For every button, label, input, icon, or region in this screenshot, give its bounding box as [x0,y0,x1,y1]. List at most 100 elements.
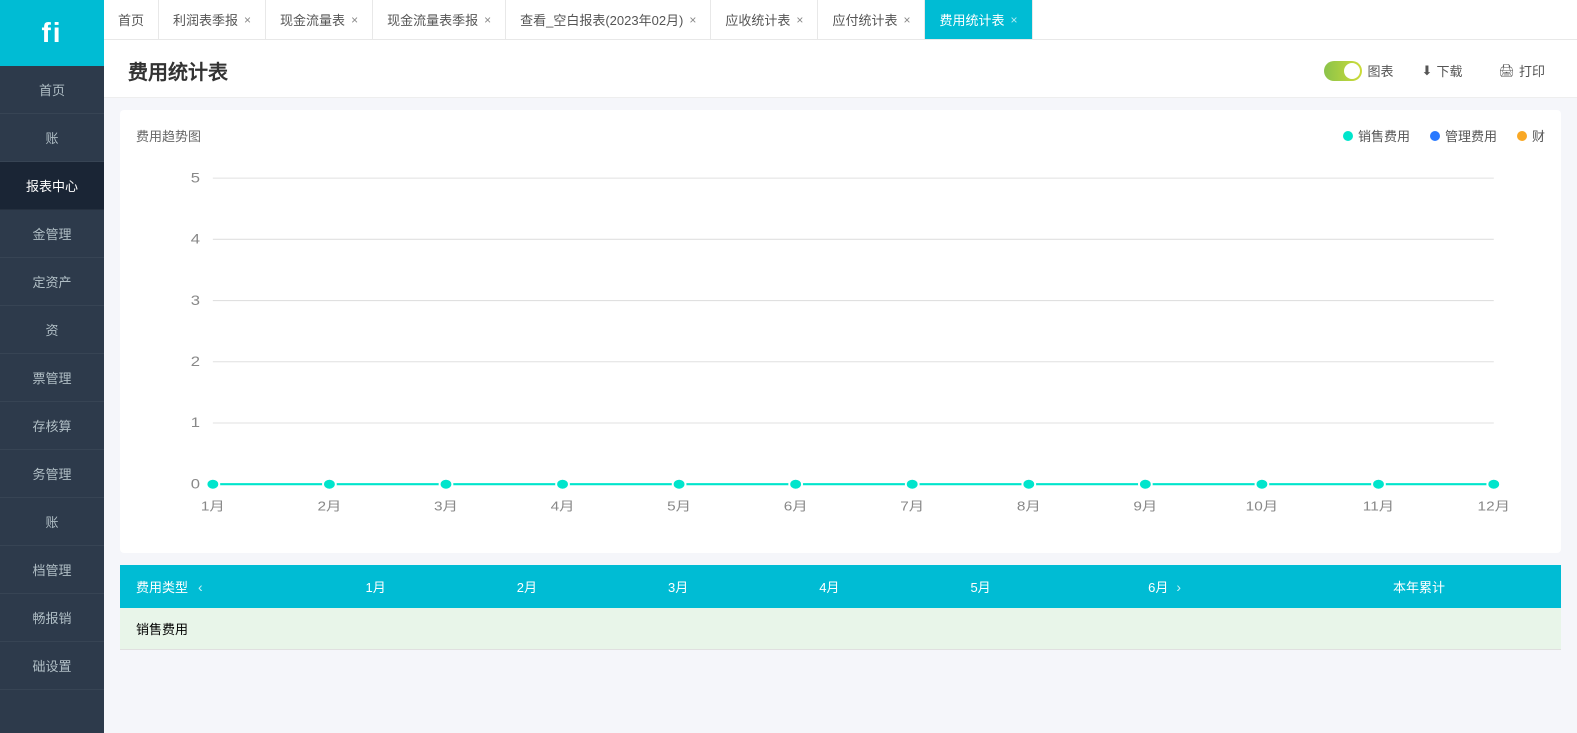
svg-text:8月: 8月 [1017,499,1041,513]
svg-text:2: 2 [191,354,200,369]
svg-text:3月: 3月 [434,499,458,513]
th-month2: 2月 [451,565,602,608]
svg-text:11月: 11月 [1363,499,1394,513]
tab-profit[interactable]: 利润表季报 × [159,0,266,40]
legend-finance-label: 财 [1532,126,1545,145]
download-icon: ⬇ [1422,63,1433,79]
svg-text:5: 5 [191,171,200,186]
sidebar-item-invoice[interactable]: 票管理 [0,354,104,402]
sidebar-item-inventory[interactable]: 存核算 [0,402,104,450]
tab-receivable-close[interactable]: × [796,13,803,27]
legend-finance: 财 [1517,126,1545,145]
svg-text:0: 0 [191,477,200,492]
table-section: 费用类型 ‹ 1月 2月 3月 4月 5月 6月 › [120,565,1561,650]
tab-receivable[interactable]: 应收统计表 × [711,0,818,40]
chart-toggle[interactable] [1324,61,1362,81]
cell-m2-sales [451,608,602,650]
svg-text:10月: 10月 [1246,499,1278,513]
sidebar-item-archive[interactable]: 档管理 [0,546,104,594]
content-area: 费用统计表 图表 ⬇ 下载 🖨 打印 费用趋势图 [104,40,1577,733]
tab-profit-close[interactable]: × [244,13,251,27]
svg-text:6月: 6月 [784,499,808,513]
tab-home-label: 首页 [118,10,144,29]
sidebar-item-ledger[interactable]: 账 [0,498,104,546]
sidebar-item-home[interactable]: 首页 [0,66,104,114]
print-icon: 🖨 [1498,63,1515,79]
print-label: 打印 [1519,61,1545,80]
table-header-row: 费用类型 ‹ 1月 2月 3月 4月 5月 6月 › [120,565,1561,608]
svg-text:7月: 7月 [900,499,924,513]
cell-m5-sales [905,608,1056,650]
main-area: 首页 利润表季报 × 现金流量表 × 现金流量表季报 × 查看_空白报表(202… [104,0,1577,733]
svg-text:12月: 12月 [1478,499,1510,513]
line-chart-svg: 5 4 3 2 1 0 1月 2月 3月 4月 5月 6月 7月 8月 9 [136,157,1545,537]
tabs-bar: 首页 利润表季报 × 现金流量表 × 现金流量表季报 × 查看_空白报表(202… [104,0,1577,40]
page-header: 费用统计表 图表 ⬇ 下载 🖨 打印 [104,40,1577,98]
tab-cashflow-label: 现金流量表 [280,10,345,29]
sidebar-item-assets[interactable]: 定资产 [0,258,104,306]
download-label: 下载 [1436,61,1462,80]
svg-text:5月: 5月 [667,499,691,513]
th-month1: 1月 [300,565,451,608]
tab-payable[interactable]: 应付统计表 × [818,0,925,40]
tab-payable-close[interactable]: × [903,13,910,27]
legend-sales-dot [1343,131,1353,141]
chart-toggle-wrap: 图表 [1324,61,1394,81]
sidebar-item-finance[interactable]: 金管理 [0,210,104,258]
svg-text:2月: 2月 [317,499,341,513]
sidebar-item-expense[interactable]: 畅报销 [0,594,104,642]
cell-m4-sales [754,608,905,650]
sidebar-item-settings[interactable]: 础设置 [0,642,104,690]
svg-text:4月: 4月 [551,499,575,513]
tab-home[interactable]: 首页 [104,0,159,40]
tab-blank-report-close[interactable]: × [689,13,696,27]
cell-m1-sales [300,608,451,650]
th-month3: 3月 [602,565,753,608]
sidebar-item-service[interactable]: 务管理 [0,450,104,498]
cell-type-sales: 销售费用 [120,608,300,650]
cell-m6-sales [1056,608,1277,650]
svg-text:3: 3 [191,293,200,308]
data-table: 费用类型 ‹ 1月 2月 3月 4月 5月 6月 › [120,565,1561,650]
tab-cashflow[interactable]: 现金流量表 × [266,0,373,40]
sidebar-item-reports[interactable]: 报表中心 [0,162,104,210]
th-month6: 6月 › [1056,565,1277,608]
th-month4: 4月 [754,565,905,608]
th-month5: 5月 [905,565,1056,608]
tab-cashflow-quarterly-label: 现金流量表季报 [387,10,478,29]
page-title: 费用统计表 [128,56,228,85]
sidebar-item-capital[interactable]: 资 [0,306,104,354]
tab-blank-report[interactable]: 查看_空白报表(2023年02月) × [506,0,711,40]
prev-period-button[interactable]: ‹ [194,579,207,595]
next-period-button[interactable]: › [1172,579,1185,595]
tab-expense-close[interactable]: × [1010,13,1017,27]
th-month6-label: 6月 [1148,577,1168,596]
tab-blank-report-label: 查看_空白报表(2023年02月) [520,10,683,29]
th-expense-type: 费用类型 ‹ [120,565,300,608]
download-button[interactable]: ⬇ 下载 [1414,57,1471,84]
chart-container: 5 4 3 2 1 0 1月 2月 3月 4月 5月 6月 7月 8月 9 [136,157,1545,537]
print-button[interactable]: 🖨 打印 [1490,57,1553,84]
cell-ytd-sales [1277,608,1561,650]
th-ytd: 本年累计 [1277,565,1561,608]
svg-text:4: 4 [191,232,201,247]
legend-sales-label: 销售费用 [1358,126,1410,145]
sidebar-item-account[interactable]: 账 [0,114,104,162]
tab-expense[interactable]: 费用统计表 × [925,0,1032,40]
tab-payable-label: 应付统计表 [832,10,897,29]
legend-finance-dot [1517,131,1527,141]
chart-section: 费用趋势图 销售费用 管理费用 财 [120,110,1561,553]
sidebar: fi 首页 账 报表中心 金管理 定资产 资 票管理 存核算 务管理 账 档管理… [0,0,104,733]
chart-legend: 销售费用 管理费用 财 [1343,126,1545,145]
tab-cashflow-quarterly[interactable]: 现金流量表季报 × [373,0,506,40]
cell-m3-sales [602,608,753,650]
svg-text:9月: 9月 [1133,499,1157,513]
legend-admin-dot [1430,131,1440,141]
toggle-label: 图表 [1368,61,1394,80]
page-actions: 图表 ⬇ 下载 🖨 打印 [1324,57,1553,84]
tab-cashflow-quarterly-close[interactable]: × [484,13,491,27]
legend-admin: 管理费用 [1430,126,1497,145]
chart-header: 费用趋势图 销售费用 管理费用 财 [136,126,1545,145]
legend-sales: 销售费用 [1343,126,1410,145]
tab-cashflow-close[interactable]: × [351,13,358,27]
